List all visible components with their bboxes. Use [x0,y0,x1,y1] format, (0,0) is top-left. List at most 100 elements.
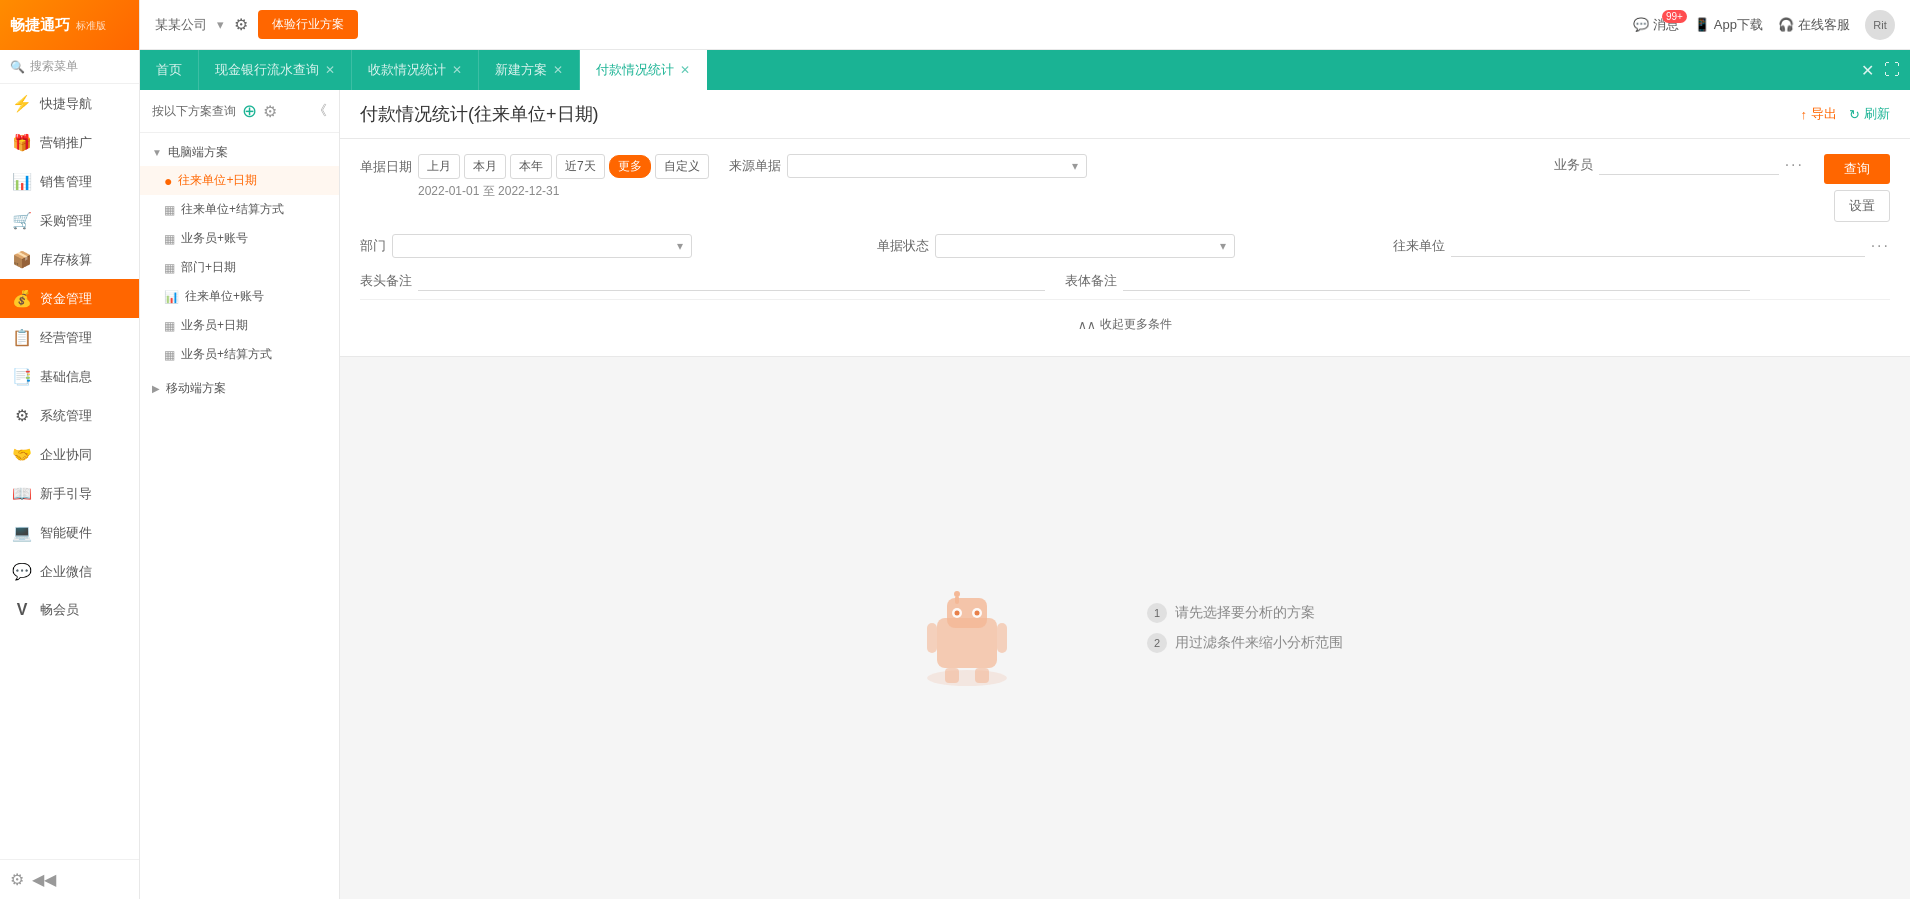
svg-rect-9 [927,623,937,653]
salesperson-filter: 业务员 ··· [1554,154,1804,175]
date-btn-this-year[interactable]: 本年 [510,154,552,179]
date-btn-7days[interactable]: 近7天 [556,154,605,179]
online-service-btn[interactable]: 🎧 在线客服 [1778,16,1850,34]
counterparty-input[interactable] [1451,236,1864,257]
date-btn-custom[interactable]: 自定义 [655,154,709,179]
sidebar-header: 畅捷通巧 标准版 [0,0,139,50]
date-btn-more[interactable]: 更多 [609,155,651,178]
panel-collapse-icon[interactable]: 《 [313,102,327,120]
schema-settings-icon[interactable]: ⚙ [263,102,277,121]
schema-item-counterparty-account[interactable]: 📊 往来单位+账号 [140,282,339,311]
tab-new-plan-close-icon[interactable]: ✕ [553,63,563,77]
schema-item-salesperson-account[interactable]: ▦ 业务员+账号 [140,224,339,253]
date-label: 单据日期 [360,154,412,176]
trial-btn[interactable]: 体验行业方案 [258,10,358,39]
salesperson-input[interactable] [1599,154,1779,175]
marketing-icon: 🎁 [12,133,32,152]
sidebar-item-operation[interactable]: 📋 经营管理 [0,318,139,357]
date-btn-last-month[interactable]: 上月 [418,154,460,179]
sidebar-item-capital[interactable]: 💰 资金管理 [0,279,139,318]
tab-new-plan[interactable]: 新建方案 ✕ [479,50,580,90]
counterparty-more-icon[interactable]: ··· [1871,237,1890,255]
schema-item-salesperson-settle[interactable]: ▦ 业务员+结算方式 [140,340,339,369]
tab-bank-flow[interactable]: 现金银行流水查询 ✕ [199,50,352,90]
salesperson-more-icon[interactable]: ··· [1785,156,1804,174]
desktop-group-header[interactable]: ▼ 电脑端方案 [140,139,339,166]
sidebar-item-quick-nav[interactable]: ⚡ 快捷导航 [0,84,139,123]
date-btn-this-month[interactable]: 本月 [464,154,506,179]
dept-select[interactable]: ▾ [392,234,692,258]
sidebar-item-guide[interactable]: 📖 新手引导 [0,474,139,513]
step-1-num: 1 [1147,603,1167,623]
sidebar-item-hardware[interactable]: 💻 智能硬件 [0,513,139,552]
empty-state-text: 1 请先选择要分析的方案 2 用过滤条件来缩小分析范围 [1147,603,1343,653]
mobile-group-header[interactable]: ▶ 移动端方案 [140,375,339,402]
collapse-conditions-row: ∧∧ 收起更多条件 [360,299,1890,341]
message-btn[interactable]: 💬 消息 99+ [1633,16,1679,34]
query-btn[interactable]: 查询 [1824,154,1890,184]
settings-btn[interactable]: 设置 [1834,190,1890,222]
schema-item-dept-date[interactable]: ▦ 部门+日期 [140,253,339,282]
quick-nav-icon: ⚡ [12,94,32,113]
dept-label: 部门 [360,237,386,255]
schema-item-salesperson-date[interactable]: ▦ 业务员+日期 [140,311,339,340]
header-note-input[interactable] [418,270,1045,291]
sidebar-item-marketing[interactable]: 🎁 营销推广 [0,123,139,162]
empty-state-container: 1 请先选择要分析的方案 2 用过滤条件来缩小分析范围 [907,568,1343,688]
sidebar-item-system[interactable]: ⚙ 系统管理 [0,396,139,435]
collapse-sidebar-icon[interactable]: ◀◀ [32,870,56,889]
sidebar-item-sales[interactable]: 📊 销售管理 [0,162,139,201]
vip-icon: V [12,601,32,619]
add-schema-icon[interactable]: ⊕ [242,100,257,122]
service-label: 在线客服 [1798,16,1850,34]
tab-bank-flow-close-icon[interactable]: ✕ [325,63,335,77]
sidebar-item-wechat[interactable]: 💬 企业微信 [0,552,139,591]
source-bill-filter: 来源单据 ▾ [729,154,1534,178]
tab-home[interactable]: 首页 [140,50,199,90]
schema-item-counterparty-settle[interactable]: ▦ 往来单位+结算方式 [140,195,339,224]
tab-collection-stats[interactable]: 收款情况统计 ✕ [352,50,479,90]
expand-icon[interactable]: ⛶ [1884,61,1900,79]
sidebar-item-label: 基础信息 [40,368,92,386]
filter-action-btns: 查询 设置 [1824,154,1890,222]
settings-icon[interactable]: ⚙ [10,870,24,889]
tab-home-label: 首页 [156,61,182,79]
topbar-settings-icon[interactable]: ⚙ [234,15,248,34]
tab-payment-stats-close-icon[interactable]: ✕ [680,63,690,77]
dropdown-arrow-icon[interactable]: ▾ [217,17,224,32]
sidebar-item-purchase[interactable]: 🛒 采购管理 [0,201,139,240]
bill-status-select[interactable]: ▾ [935,234,1235,258]
source-bill-select[interactable]: ▾ [787,154,1087,178]
schema-panel: 按以下方案查询 ⊕ ⚙ 《 ▼ 电脑端方案 ● 往来单位+日期 ▦ 往来单位+结… [140,90,340,899]
sidebar-item-basic[interactable]: 📑 基础信息 [0,357,139,396]
collapse-conditions-btn[interactable]: ∧∧ 收起更多条件 [360,308,1890,341]
svg-point-0 [927,670,1007,686]
source-bill-arrow-icon: ▾ [1072,159,1078,173]
schema-icon: ▦ [164,203,175,217]
sidebar-item-inventory[interactable]: 📦 库存核算 [0,240,139,279]
refresh-btn[interactable]: ↻ 刷新 [1849,105,1890,123]
step-1-text: 请先选择要分析的方案 [1175,604,1315,622]
sidebar-search[interactable]: 🔍 搜索菜单 [0,50,139,84]
schema-item-counterparty-date[interactable]: ● 往来单位+日期 [140,166,339,195]
sidebar-item-enterprise[interactable]: 🤝 企业协同 [0,435,139,474]
system-icon: ⚙ [12,406,32,425]
empty-step-1: 1 请先选择要分析的方案 [1147,603,1315,623]
dept-filter: 部门 ▾ [360,234,857,258]
tab-payment-stats[interactable]: 付款情况统计 ✕ [580,50,707,90]
user-avatar[interactable]: Rit [1865,10,1895,40]
purchase-icon: 🛒 [12,211,32,230]
svg-point-8 [954,591,960,597]
sidebar-item-label: 企业微信 [40,563,92,581]
sidebar-item-label: 经营管理 [40,329,92,347]
export-btn[interactable]: ↑ 导出 [1801,105,1838,123]
close-all-tabs-icon[interactable]: ✕ [1861,61,1874,80]
message-icon: 💬 [1633,17,1649,32]
tab-collection-stats-close-icon[interactable]: ✕ [452,63,462,77]
sidebar-item-vip[interactable]: V 畅会员 [0,591,139,629]
app-download-btn[interactable]: 📱 App下载 [1694,16,1763,34]
collapse-label: 收起更多条件 [1100,316,1172,333]
service-icon: 🎧 [1778,17,1794,32]
schema-item-label: 往来单位+账号 [185,288,264,305]
body-note-input[interactable] [1123,270,1750,291]
